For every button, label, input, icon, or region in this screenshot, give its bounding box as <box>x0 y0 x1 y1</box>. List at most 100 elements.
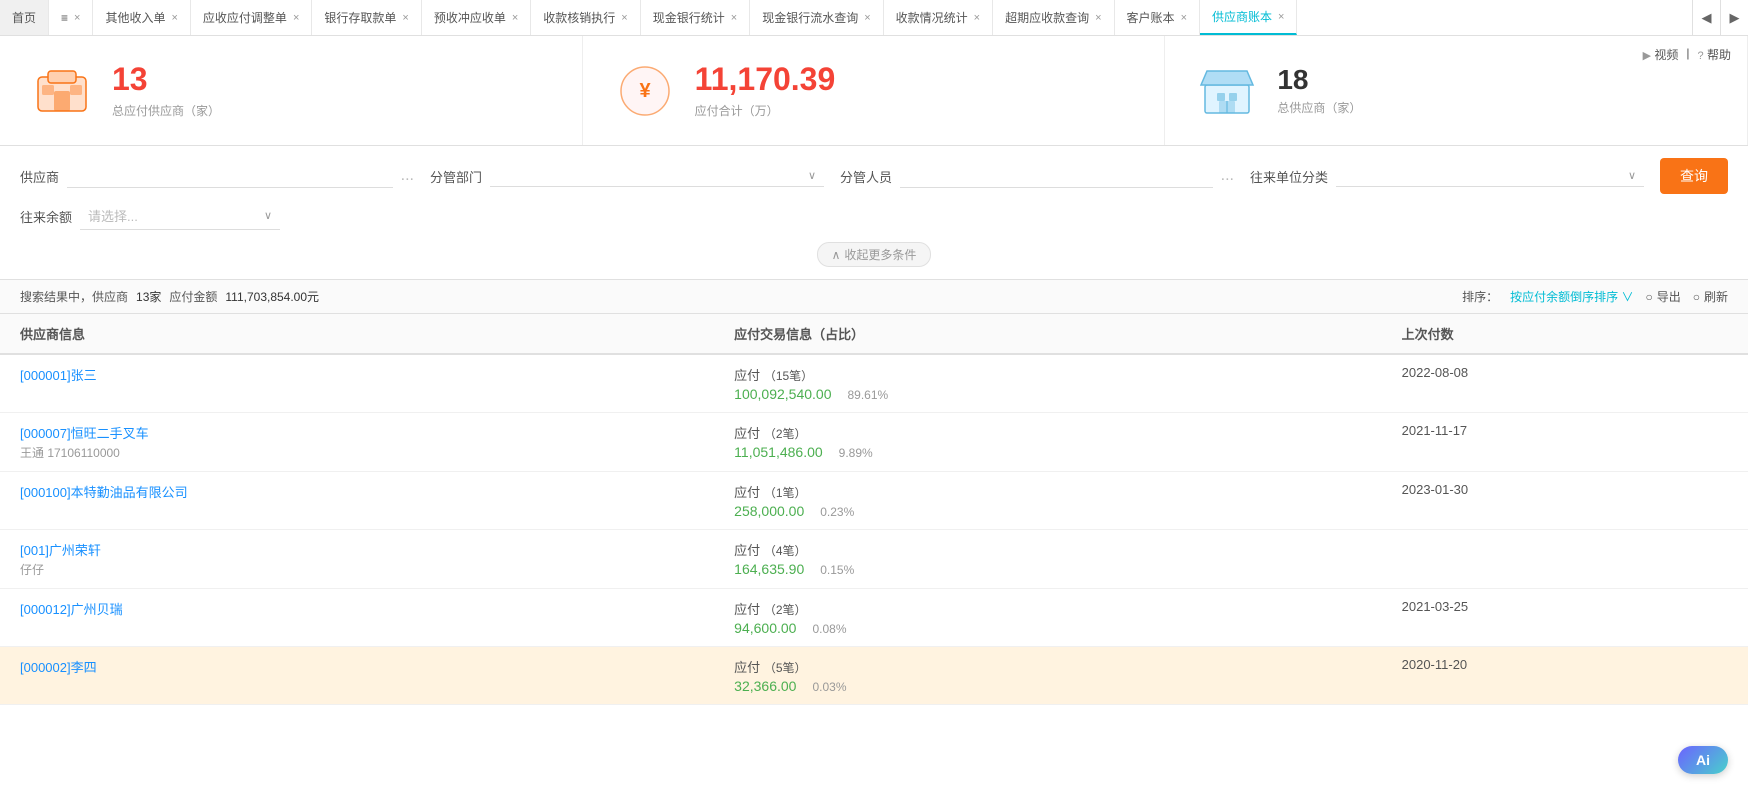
filter-dept: 分管部门 ∨ <box>430 165 824 187</box>
close-other-income[interactable]: × <box>171 12 177 24</box>
nav-other-income[interactable]: 其他收入单 × <box>93 0 190 35</box>
query-button[interactable]: 查询 <box>1660 158 1728 194</box>
result-bar: 搜索结果中，供应商 13家 应付金额 111,703,854.00元 排序： 按… <box>0 280 1748 314</box>
video-link[interactable]: ▶ 视频 <box>1643 46 1679 63</box>
top-right-links: ▶ 视频 | ? 帮助 <box>1643 46 1731 63</box>
tx-type: 应付 <box>734 368 760 383</box>
tx-amount[interactable]: 32,366.00 <box>734 678 796 694</box>
tx-count: （2笔） <box>764 427 807 441</box>
last-payment-date: 2022-08-08 <box>1402 365 1469 380</box>
collapse-button[interactable]: ∧ 收起更多条件 <box>817 242 932 267</box>
sort-chevron-icon: ∨ <box>1621 290 1633 304</box>
person-dots[interactable]: ... <box>1221 167 1234 185</box>
nav-home[interactable]: 首页 <box>0 0 49 35</box>
nav-collection-stat[interactable]: 收款情况统计 × <box>884 0 993 35</box>
tx-cell: 应付 （1笔）258,000.000.23% <box>714 472 1381 530</box>
category-chevron: ∨ <box>1628 169 1636 182</box>
nav-supplier-account[interactable]: 供应商账本 × <box>1200 0 1297 35</box>
export-button[interactable]: ○ 导出 <box>1645 288 1680 305</box>
close-advance-collect[interactable]: × <box>512 12 518 24</box>
close-overdue-query[interactable]: × <box>1095 12 1101 24</box>
tx-cell: 应付 （15笔）100,092,540.0089.61% <box>714 354 1381 413</box>
tx-type: 应付 <box>734 426 760 441</box>
supplier-dots[interactable]: ... <box>401 167 414 185</box>
nav-bank-deposit[interactable]: 银行存取款单 × <box>312 0 421 35</box>
close-cash-bank-stat[interactable]: × <box>731 12 737 24</box>
ai-button[interactable]: Ai <box>1678 746 1728 774</box>
collapse-bar: ∧ 收起更多条件 <box>20 238 1728 267</box>
sort-value[interactable]: 按应付余额倒序排序 ∨ <box>1510 288 1633 305</box>
close-collection-stat[interactable]: × <box>974 12 980 24</box>
nav-cash-bank-flow[interactable]: 现金银行流水查询 × <box>750 0 883 35</box>
nav-customer-account[interactable]: 客户账本 × <box>1115 0 1200 35</box>
supplier-link[interactable]: [001]广州荣轩 <box>20 543 101 558</box>
supplier-table: 供应商信息 应付交易信息（占比） 上次付数 [000001]张三应付 （15笔）… <box>0 314 1748 705</box>
filter-balance: 往来余额 请选择... ∨ <box>20 202 280 230</box>
th-last-payment: 上次付数 <box>1382 314 1748 354</box>
tx-count: （2笔） <box>764 603 807 617</box>
close-customer-account[interactable]: × <box>1181 12 1187 24</box>
last-payment-date: 2020-11-20 <box>1402 657 1468 672</box>
result-count: 13家 <box>136 288 161 305</box>
category-select[interactable]: ∨ <box>1336 165 1644 187</box>
tx-amount[interactable]: 94,600.00 <box>734 620 796 636</box>
dept-select[interactable]: ∨ <box>490 165 824 187</box>
tx-amount[interactable]: 258,000.00 <box>734 503 804 519</box>
supplier-input[interactable] <box>67 164 393 188</box>
table-row: [000002]李四应付 （5笔）32,366.000.03%2020-11-2… <box>0 647 1748 705</box>
refresh-button[interactable]: ○ 刷新 <box>1693 288 1728 305</box>
supplier-link[interactable]: [000002]李四 <box>20 660 97 675</box>
supplier-link[interactable]: [000012]广州贝瑞 <box>20 602 123 617</box>
help-link[interactable]: ? 帮助 <box>1698 46 1731 63</box>
nav-next-button[interactable]: ▶ <box>1720 0 1748 36</box>
supplier-icon <box>30 59 94 123</box>
tx-percent: 89.61% <box>848 388 889 402</box>
nav-receipt-exec[interactable]: 收款核销执行 × <box>531 0 640 35</box>
table-header-row: 供应商信息 应付交易信息（占比） 上次付数 <box>0 314 1748 354</box>
supplier-link[interactable]: [000100]本特勤油品有限公司 <box>20 485 188 500</box>
supplier-cell: [000007]恒旺二手叉车王通 17106110000 <box>0 413 714 472</box>
supplier-cell: [000012]广州贝瑞 <box>0 589 714 647</box>
top-nav: 首页 ≡ × 其他收入单 × 应收应付调整单 × 银行存取款单 × 预收冲应收单… <box>0 0 1748 36</box>
close-receipt-exec[interactable]: × <box>621 12 627 24</box>
close-payable-adjust[interactable]: × <box>293 12 299 24</box>
person-input[interactable] <box>900 164 1213 188</box>
close-tab3[interactable]: × <box>74 12 80 24</box>
payable-suppliers-label: 总应付供应商（家） <box>112 102 220 119</box>
dept-chevron: ∨ <box>808 169 816 182</box>
ai-button-label: Ai <box>1696 752 1710 768</box>
tx-count: （5笔） <box>764 661 807 675</box>
amount-icon: ¥ <box>613 59 677 123</box>
result-actions: 排序： 按应付余额倒序排序 ∨ ○ 导出 ○ 刷新 <box>1462 288 1728 305</box>
supplier-link[interactable]: [000007]恒旺二手叉车 <box>20 426 149 441</box>
nav-tab3[interactable]: ≡ × <box>49 0 93 35</box>
supplier-link[interactable]: [000001]张三 <box>20 368 97 383</box>
tx-amount[interactable]: 164,635.90 <box>734 561 804 577</box>
table-row: [001]广州荣轩仔仔应付 （4笔）164,635.900.15% <box>0 530 1748 589</box>
result-prefix: 搜索结果中，供应商 <box>20 288 128 305</box>
close-cash-bank-flow[interactable]: × <box>864 12 870 24</box>
table-row: [000012]广州贝瑞应付 （2笔）94,600.000.08%2021-03… <box>0 589 1748 647</box>
tx-amount[interactable]: 100,092,540.00 <box>734 386 831 402</box>
summary-content-2: 11,170.39 应付合计（万） <box>695 62 836 118</box>
refresh-icon: ○ <box>1693 290 1700 304</box>
last-payment-cell: 2022-08-08 <box>1382 354 1748 413</box>
close-supplier-account[interactable]: × <box>1278 11 1284 23</box>
balance-label: 往来余额 <box>20 207 72 226</box>
balance-select[interactable]: 请选择... ∨ <box>80 202 280 230</box>
nav-cash-bank-stat[interactable]: 现金银行统计 × <box>641 0 750 35</box>
close-bank-deposit[interactable]: × <box>402 12 408 24</box>
supplier-sub-info: 王通 17106110000 <box>20 444 694 461</box>
result-amount: 111,703,854.00元 <box>225 288 319 305</box>
export-icon: ○ <box>1645 290 1652 304</box>
nav-arrows: ◀ ▶ <box>1692 0 1748 36</box>
table-container: 供应商信息 应付交易信息（占比） 上次付数 [000001]张三应付 （15笔）… <box>0 314 1748 794</box>
nav-overdue-query[interactable]: 超期应收款查询 × <box>993 0 1114 35</box>
nav-payable-adjust[interactable]: 应收应付调整单 × <box>191 0 312 35</box>
svg-text:¥: ¥ <box>639 80 651 102</box>
person-label: 分管人员 <box>840 167 892 186</box>
tx-amount[interactable]: 11,051,486.00 <box>734 444 823 460</box>
filter-supplier: 供应商 ... <box>20 164 414 188</box>
nav-prev-button[interactable]: ◀ <box>1692 0 1720 36</box>
nav-advance-collect[interactable]: 预收冲应收单 × <box>422 0 531 35</box>
